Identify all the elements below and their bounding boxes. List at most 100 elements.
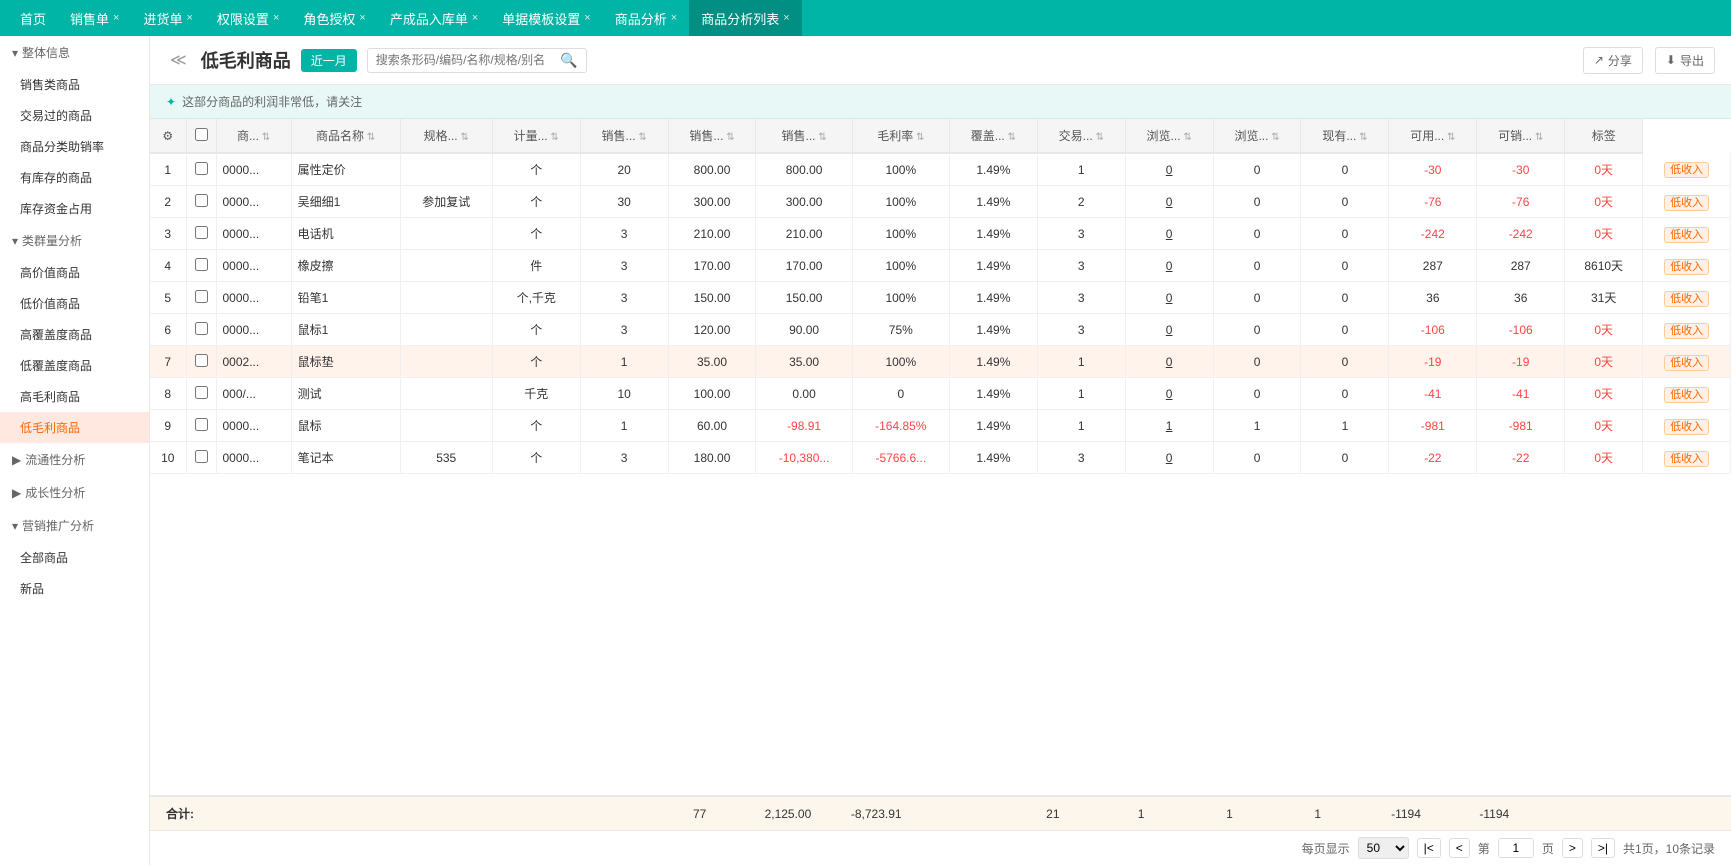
nav-analysis-close[interactable]: ×	[671, 12, 677, 24]
sidebar-section-overall[interactable]: ▾ 整体信息	[0, 36, 149, 69]
nav-purchase-order[interactable]: 进货单×	[131, 0, 204, 36]
sidebar-item-high-margin[interactable]: 高毛利商品	[0, 381, 149, 412]
row-trade[interactable]: 1	[1125, 410, 1213, 442]
row-checkbox-5[interactable]	[195, 322, 208, 335]
nav-product-analysis[interactable]: 商品分析×	[603, 0, 689, 36]
col-available[interactable]: 可用...	[1389, 119, 1477, 153]
row-coverage: 1	[1037, 378, 1125, 410]
sidebar-item-low-coverage[interactable]: 低覆盖度商品	[0, 350, 149, 381]
nav-product-entry-close[interactable]: ×	[472, 12, 478, 24]
select-all-checkbox[interactable]	[195, 128, 208, 141]
prev-page-button[interactable]: <	[1449, 838, 1470, 858]
col-code[interactable]: 商...	[216, 119, 291, 153]
row-spec	[400, 218, 492, 250]
col-trade[interactable]: 交易...	[1037, 119, 1125, 153]
sidebar-item-capital[interactable]: 库存资金占用	[0, 193, 149, 224]
row-checkbox-cell[interactable]	[186, 218, 216, 250]
sidebar-section-group[interactable]: ▾ 类群量分析	[0, 224, 149, 257]
row-checkbox-9[interactable]	[195, 450, 208, 463]
row-trade[interactable]: 0	[1125, 186, 1213, 218]
col-sellable[interactable]: 可销...	[1477, 119, 1565, 153]
col-gross-rate[interactable]: 毛利率	[852, 119, 949, 153]
row-checkbox-1[interactable]	[195, 194, 208, 207]
search-input[interactable]	[376, 53, 561, 67]
nav-template-settings[interactable]: 单据模板设置×	[490, 0, 602, 36]
sidebar-item-low-margin[interactable]: 低毛利商品	[0, 412, 149, 443]
per-page-select[interactable]: 50 100 200	[1358, 837, 1409, 859]
row-checkbox-cell[interactable]	[186, 378, 216, 410]
row-checkbox-0[interactable]	[195, 162, 208, 175]
row-trade[interactable]: 0	[1125, 282, 1213, 314]
nav-permission-close[interactable]: ×	[273, 12, 279, 24]
export-button[interactable]: ⬇ 导出	[1655, 47, 1715, 74]
col-browse2[interactable]: 浏览...	[1213, 119, 1301, 153]
row-checkbox-8[interactable]	[195, 418, 208, 431]
row-checkbox-3[interactable]	[195, 258, 208, 271]
nav-product-entry[interactable]: 产成品入库单×	[378, 0, 490, 36]
row-trade[interactable]: 0	[1125, 218, 1213, 250]
sidebar-item-low-value[interactable]: 低价值商品	[0, 288, 149, 319]
row-code: 0000...	[216, 314, 291, 346]
last-page-button[interactable]: >|	[1591, 838, 1615, 858]
row-checkbox-cell[interactable]	[186, 346, 216, 378]
row-checkbox-cell[interactable]	[186, 250, 216, 282]
share-button[interactable]: ↗ 分享	[1583, 47, 1643, 74]
row-trade[interactable]: 0	[1125, 346, 1213, 378]
notice-icon: ✦	[166, 95, 176, 109]
period-button[interactable]: 近一月	[301, 49, 357, 72]
col-unit[interactable]: 计量...	[492, 119, 580, 153]
col-name[interactable]: 商品名称	[291, 119, 400, 153]
next-page-button[interactable]: >	[1562, 838, 1583, 858]
nav-home[interactable]: 首页	[8, 0, 58, 36]
col-settings[interactable]: ⚙	[150, 119, 186, 153]
nav-purchase-order-close[interactable]: ×	[186, 12, 192, 24]
page-number-input[interactable]	[1498, 838, 1534, 858]
sidebar-collapse-button[interactable]: ≪	[166, 46, 191, 74]
row-checkbox-2[interactable]	[195, 226, 208, 239]
col-sale-amount[interactable]: 销售...	[756, 119, 852, 153]
sidebar-section-flow[interactable]: ▶ 流通性分析	[0, 443, 149, 476]
sidebar-section-growth[interactable]: ▶ 成长性分析	[0, 476, 149, 509]
sidebar-item-high-coverage[interactable]: 高覆盖度商品	[0, 319, 149, 350]
row-checkbox-cell[interactable]	[186, 153, 216, 186]
sidebar-item-traded[interactable]: 交易过的商品	[0, 100, 149, 131]
sidebar-section-marketing[interactable]: ▾ 营销推广分析	[0, 509, 149, 542]
row-checkbox-6[interactable]	[195, 354, 208, 367]
row-sale-price: 800.00	[668, 153, 756, 186]
row-trade[interactable]: 0	[1125, 153, 1213, 186]
sidebar-item-all-products[interactable]: 全部商品	[0, 542, 149, 573]
col-coverage[interactable]: 覆盖...	[949, 119, 1037, 153]
nav-role-close[interactable]: ×	[359, 12, 365, 24]
sidebar-item-sales-category[interactable]: 销售类商品	[0, 69, 149, 100]
row-trade[interactable]: 0	[1125, 378, 1213, 410]
nav-analysis-list[interactable]: 商品分析列表×	[689, 0, 801, 36]
sidebar-item-category-sales-rate[interactable]: 商品分类助销率	[0, 131, 149, 162]
sidebar-item-high-value[interactable]: 高价值商品	[0, 257, 149, 288]
search-icon[interactable]: 🔍	[560, 52, 577, 69]
nav-role-auth[interactable]: 角色授权×	[291, 0, 377, 36]
row-checkbox-cell[interactable]	[186, 410, 216, 442]
row-checkbox-cell[interactable]	[186, 314, 216, 346]
row-checkbox-cell[interactable]	[186, 282, 216, 314]
col-browse1[interactable]: 浏览...	[1125, 119, 1213, 153]
row-checkbox-cell[interactable]	[186, 442, 216, 474]
row-available: -19	[1477, 346, 1565, 378]
nav-template-close[interactable]: ×	[584, 12, 590, 24]
nav-analysis-list-close[interactable]: ×	[783, 12, 789, 24]
sidebar-item-in-stock[interactable]: 有库存的商品	[0, 162, 149, 193]
col-qty[interactable]: 销售...	[580, 119, 668, 153]
row-trade[interactable]: 0	[1125, 250, 1213, 282]
row-checkbox-7[interactable]	[195, 386, 208, 399]
row-trade[interactable]: 0	[1125, 442, 1213, 474]
row-checkbox-4[interactable]	[195, 290, 208, 303]
col-spec[interactable]: 规格...	[400, 119, 492, 153]
row-checkbox-cell[interactable]	[186, 186, 216, 218]
first-page-button[interactable]: |<	[1417, 838, 1441, 858]
nav-permission-settings[interactable]: 权限设置×	[205, 0, 291, 36]
sidebar-item-new-products[interactable]: 新品	[0, 573, 149, 604]
row-trade[interactable]: 0	[1125, 314, 1213, 346]
col-sale-price[interactable]: 销售...	[668, 119, 756, 153]
col-current[interactable]: 现有...	[1301, 119, 1389, 153]
nav-sales-order[interactable]: 销售单×	[58, 0, 131, 36]
nav-sales-order-close[interactable]: ×	[113, 12, 119, 24]
